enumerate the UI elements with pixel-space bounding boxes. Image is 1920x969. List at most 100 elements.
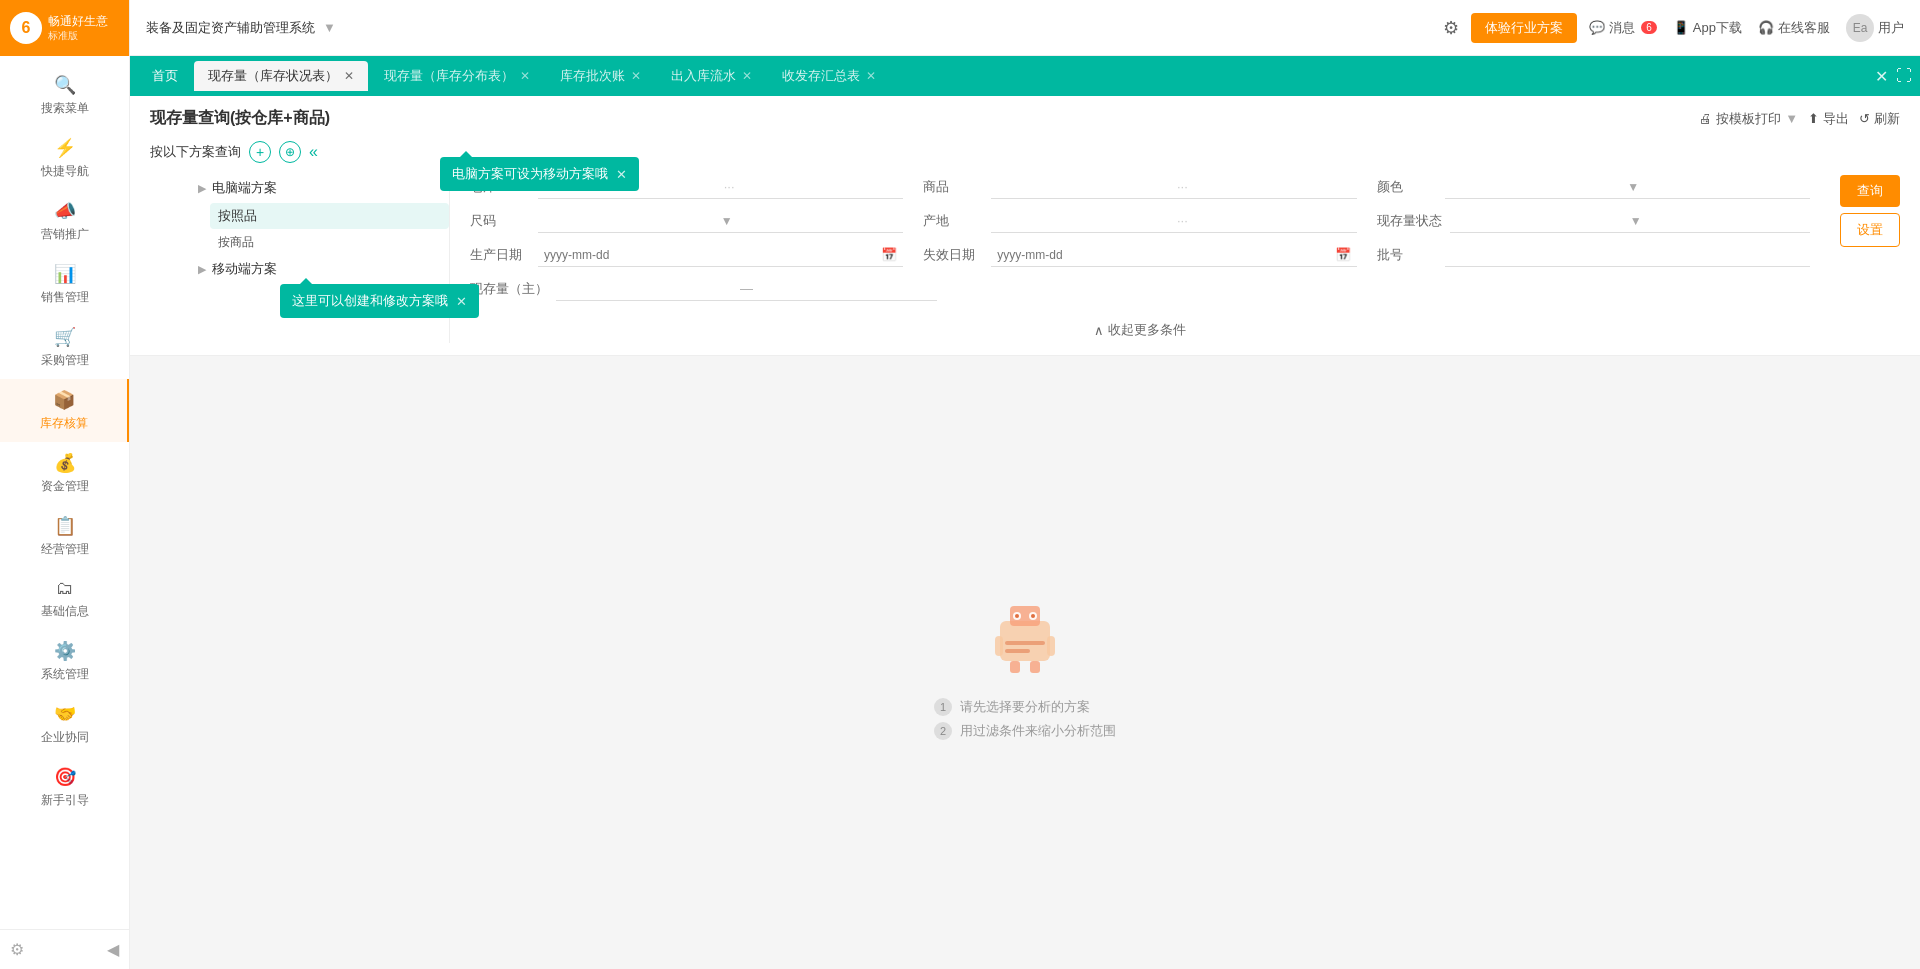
stock-status-label: 现存量状态	[1377, 212, 1442, 230]
batch-input[interactable]	[1445, 243, 1810, 267]
sidebar-item-ops[interactable]: 📋 经营管理	[0, 505, 129, 568]
filter-back-button[interactable]: «	[309, 143, 318, 161]
logo-main: 畅通好生意	[48, 14, 108, 30]
pc-arrow-icon: ▶	[198, 182, 206, 195]
tab-stock-status-label: 现存量（库存状况表）	[208, 67, 338, 85]
tab-batch[interactable]: 库存批次账 ✕	[546, 61, 655, 91]
sidebar-item-marketing[interactable]: 📣 营销推广	[0, 190, 129, 253]
tab-stock-dist[interactable]: 现存量（库存分布表） ✕	[370, 61, 544, 91]
prod-date-input[interactable]	[544, 248, 877, 262]
topbar-settings-icon[interactable]: ⚙	[1443, 17, 1459, 39]
sidebar-item-system[interactable]: ⚙️ 系统管理	[0, 630, 129, 693]
app-download-btn[interactable]: 📱 App下载	[1673, 19, 1742, 37]
sidebar-item-search[interactable]: 🔍 搜索菜单	[0, 64, 129, 127]
sidebar-label-search: 搜索菜单	[41, 100, 89, 117]
origin-dots[interactable]: ···	[1177, 213, 1357, 228]
svg-point-5	[1031, 614, 1035, 618]
tab-close-summary[interactable]: ✕	[866, 69, 876, 83]
collapse-btn[interactable]: ∧ 收起更多条件	[1094, 321, 1186, 339]
message-badge: 6	[1641, 21, 1657, 34]
scheme-pc-item[interactable]: ▶ 电脑端方案	[190, 175, 449, 201]
size-chevron-icon: ▼	[721, 214, 904, 228]
batch-label: 批号	[1377, 246, 1437, 264]
search-icon: 🔍	[54, 74, 76, 96]
industry-btn[interactable]: 体验行业方案	[1471, 13, 1577, 43]
size-select[interactable]: ▼	[538, 210, 903, 233]
goods-select[interactable]: ···	[991, 175, 1356, 199]
sidebar-item-inventory[interactable]: 📦 库存核算	[0, 379, 129, 442]
stock-status-select[interactable]: ▼	[1450, 210, 1810, 233]
prod-date-label: 生产日期	[470, 246, 530, 264]
online-service-btn[interactable]: 🎧 在线客服	[1758, 19, 1830, 37]
sidebar-item-sales[interactable]: 📊 销售管理	[0, 253, 129, 316]
stock-main-min[interactable]	[556, 277, 736, 300]
tab-close-stock-status[interactable]: ✕	[344, 69, 354, 83]
search-btn[interactable]: 查询	[1840, 175, 1900, 207]
user-avatar: Ea	[1846, 14, 1874, 42]
filter-actions: ∧ 收起更多条件	[470, 311, 1810, 343]
reset-btn[interactable]: 设置	[1840, 213, 1900, 247]
tooltip-pc-text: 电脑方案可设为移动方案哦	[452, 165, 608, 183]
tab-inout[interactable]: 出入库流水 ✕	[657, 61, 766, 91]
tab-stock-dist-label: 现存量（库存分布表）	[384, 67, 514, 85]
tab-close-batch[interactable]: ✕	[631, 69, 641, 83]
warehouse-dots[interactable]: ···	[724, 179, 904, 194]
collapse-btn-label: 收起更多条件	[1108, 321, 1186, 339]
sidebar-item-guide[interactable]: 🎯 新手引导	[0, 756, 129, 819]
sidebar-item-corp[interactable]: 🤝 企业协同	[0, 693, 129, 756]
tooltip-pc-close[interactable]: ✕	[616, 167, 627, 182]
export-icon: ⬆	[1808, 111, 1819, 126]
online-service-label: 在线客服	[1778, 19, 1830, 37]
sidebar-label-guide: 新手引导	[41, 792, 89, 809]
sidebar-item-quick[interactable]: ⚡ 快捷导航	[0, 127, 129, 190]
scheme-sub-item-2[interactable]: 按商品	[210, 231, 449, 254]
sidebar-item-purchase[interactable]: 🛒 采购管理	[0, 316, 129, 379]
corp-icon: 🤝	[54, 703, 76, 725]
scheme-mobile-label: 移动端方案	[212, 260, 277, 278]
tab-summary[interactable]: 收发存汇总表 ✕	[768, 61, 890, 91]
print-label: 按模板打印	[1716, 110, 1781, 128]
refresh-btn[interactable]: ↺ 刷新	[1859, 110, 1900, 128]
topbar: 装备及固定资产辅助管理系统 ▼ ⚙ 体验行业方案 💬 消息 6 📱 App下载 …	[130, 0, 1920, 56]
ops-icon: 📋	[54, 515, 76, 537]
settings-button[interactable]: ⚙	[10, 940, 24, 959]
page-actions: 🖨 按模板打印 ▼ ⬆ 导出 ↺ 刷新	[1699, 110, 1900, 128]
origin-select[interactable]: ···	[991, 209, 1356, 233]
filter-panel: 电脑方案可设为移动方案哦 ✕ 这里可以创建和修改方案哦 ✕ 按以下方案查询 + …	[130, 129, 1920, 356]
collapse-sidebar-button[interactable]: ◀	[107, 940, 119, 959]
sidebar-label-quick: 快捷导航	[41, 163, 89, 180]
origin-label: 产地	[923, 212, 983, 230]
tab-fullscreen-icon[interactable]: ⛶	[1896, 67, 1912, 85]
scheme-sub-item-1[interactable]: 按照品	[210, 203, 449, 229]
svg-rect-11	[1030, 661, 1040, 673]
tab-close-stock-dist[interactable]: ✕	[520, 69, 530, 83]
export-btn[interactable]: ⬆ 导出	[1808, 110, 1849, 128]
filter-add-button[interactable]: +	[249, 141, 271, 163]
empty-tip-2-text: 用过滤条件来缩小分析范围	[960, 722, 1116, 740]
system-title: 装备及固定资产辅助管理系统	[146, 19, 315, 37]
filter-copy-button[interactable]: ⊕	[279, 141, 301, 163]
sidebar-item-basic[interactable]: 🗂 基础信息	[0, 568, 129, 630]
empty-tip-1: 1 请先选择要分析的方案	[934, 698, 1116, 716]
tooltip-create-text: 这里可以创建和修改方案哦	[292, 292, 448, 310]
print-btn[interactable]: 🖨 按模板打印 ▼	[1699, 110, 1798, 128]
tab-stock-status[interactable]: 现存量（库存状况表） ✕	[194, 61, 368, 91]
prod-date-cal-icon[interactable]: 📅	[881, 247, 897, 262]
tooltip-create-close[interactable]: ✕	[456, 294, 467, 309]
sidebar-item-finance[interactable]: 💰 资金管理	[0, 442, 129, 505]
expire-date-cal-icon[interactable]: 📅	[1335, 247, 1351, 262]
user-area[interactable]: Ea 用户	[1846, 14, 1904, 42]
tab-home[interactable]: 首页	[138, 61, 192, 91]
tab-close-all-icon[interactable]: ✕	[1875, 67, 1888, 86]
tab-inout-label: 出入库流水	[671, 67, 736, 85]
goods-dots[interactable]: ···	[1177, 179, 1357, 194]
message-btn[interactable]: 💬 消息 6	[1589, 19, 1657, 37]
scheme-mobile-item[interactable]: ▶ 移动端方案	[190, 256, 449, 282]
tab-close-inout[interactable]: ✕	[742, 69, 752, 83]
svg-rect-8	[995, 636, 1003, 656]
app-download-label: App下载	[1693, 19, 1742, 37]
stock-main-max[interactable]	[757, 277, 937, 300]
color-select[interactable]: ▼	[1445, 176, 1810, 199]
quick-icon: ⚡	[54, 137, 76, 159]
expire-date-input[interactable]	[997, 248, 1330, 262]
